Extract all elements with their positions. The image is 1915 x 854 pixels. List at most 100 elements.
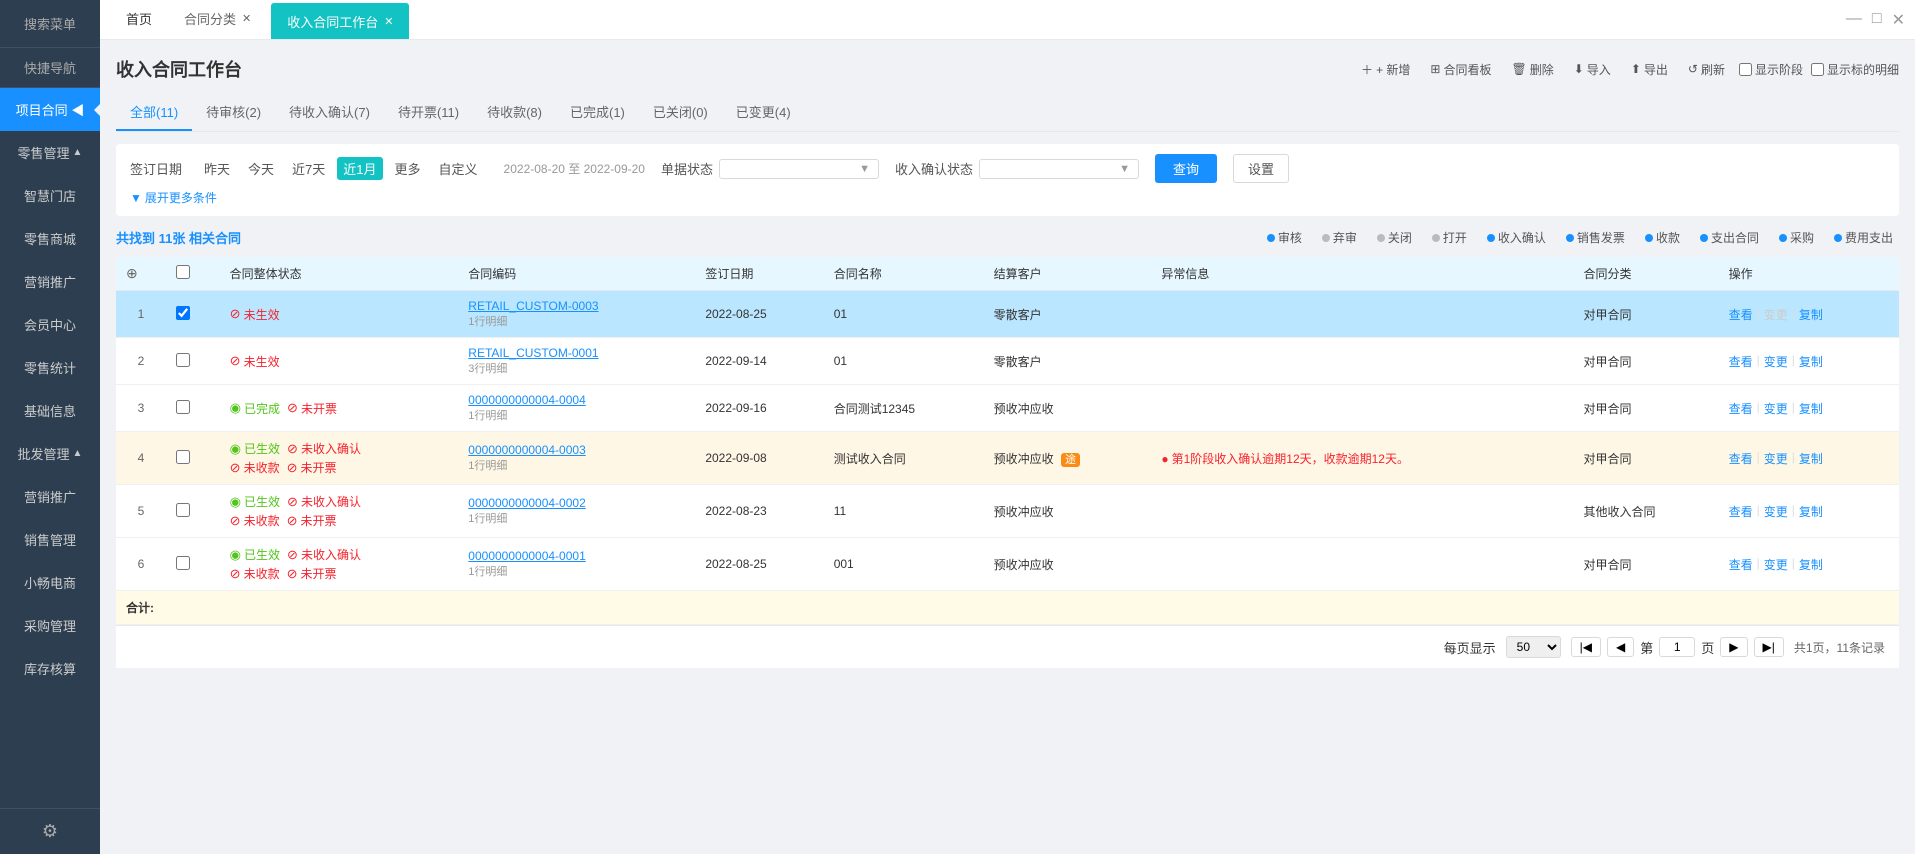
sidebar-search[interactable]: 搜索菜单 <box>0 0 100 48</box>
purchase-btn[interactable]: 采购 <box>1773 226 1820 249</box>
settings-button[interactable]: 设置 <box>1233 154 1289 183</box>
date-opt-today[interactable]: 今天 <box>242 157 280 180</box>
row-3-change-btn[interactable]: 变更 <box>1764 400 1788 417</box>
sidebar-item-smart-store[interactable]: 智慧门店 <box>0 174 100 217</box>
sidebar-item-marketing2[interactable]: 营销推广 <box>0 475 100 518</box>
tab-home[interactable]: 首页 <box>110 0 168 40</box>
row-1-checkbox[interactable] <box>176 306 190 320</box>
row-5-change-btn[interactable]: 变更 <box>1764 503 1788 520</box>
sidebar-item-retail-mgmt[interactable]: 零售管理▲ <box>0 131 100 174</box>
show-detail-checkbox[interactable]: 显示标的明细 <box>1811 61 1899 78</box>
close-btn[interactable]: 关闭 <box>1371 226 1418 249</box>
row-2-copy-btn[interactable]: 复制 <box>1799 353 1823 370</box>
prev-page-btn[interactable]: ◀ <box>1607 637 1634 657</box>
import-button[interactable]: ⬇ 导入 <box>1568 58 1617 81</box>
row-6-checkbox[interactable] <box>176 556 190 570</box>
row-1-code-link[interactable]: RETAIL_CUSTOM-0003 <box>468 299 685 313</box>
row-4-checkbox[interactable] <box>176 450 190 464</box>
sidebar-item-sales-mgmt[interactable]: 销售管理 <box>0 518 100 561</box>
minimize-btn[interactable]: — <box>1846 10 1862 30</box>
row-3-code-link[interactable]: 0000000000004-0004 <box>468 393 685 407</box>
gear-icon[interactable]: ⚙ <box>42 821 58 841</box>
query-button[interactable]: 查询 <box>1155 154 1217 183</box>
row-5-code-link[interactable]: 0000000000004-0002 <box>468 496 685 510</box>
filter-tab-all[interactable]: 全部(11) <box>116 94 192 131</box>
row-4-copy-btn[interactable]: 复制 <box>1799 450 1823 467</box>
audit-btn[interactable]: 审核 <box>1261 226 1308 249</box>
row-2-view-btn[interactable]: 查看 <box>1729 353 1753 370</box>
row-6-copy-btn[interactable]: 复制 <box>1799 556 1823 573</box>
row-3-checkbox[interactable] <box>176 400 190 414</box>
contract-board-button[interactable]: ⊞ 合同看板 <box>1424 58 1497 81</box>
select-all-checkbox[interactable] <box>176 265 190 279</box>
next-page-btn[interactable]: ▶ <box>1720 637 1747 657</box>
sidebar-item-retail-stats[interactable]: 零售统计 <box>0 346 100 389</box>
filter-tab-pending-invoice[interactable]: 待开票(11) <box>384 94 473 131</box>
sidebar-item-marketing[interactable]: 营销推广 <box>0 260 100 303</box>
close-contract-category-tab[interactable]: ✕ <box>242 12 251 25</box>
income-confirm-btn[interactable]: 收入确认 <box>1481 226 1552 249</box>
income-confirm-status-select[interactable]: ▼ <box>979 159 1139 179</box>
refresh-button[interactable]: ↺ 刷新 <box>1682 58 1731 81</box>
filter-tab-closed[interactable]: 已关闭(0) <box>639 94 722 131</box>
sales-invoice-btn[interactable]: 销售发票 <box>1560 226 1631 249</box>
tab-income-workbench[interactable]: 收入合同工作台 ✕ <box>271 3 409 39</box>
page-input[interactable] <box>1659 637 1695 657</box>
row-2-change-btn[interactable]: 变更 <box>1764 353 1788 370</box>
expense-payout-btn[interactable]: 费用支出 <box>1828 226 1899 249</box>
row-2-code-link[interactable]: RETAIL_CUSTOM-0001 <box>468 346 685 360</box>
abandon-btn[interactable]: 弃审 <box>1316 226 1363 249</box>
sidebar-item-project-contract[interactable]: 项目合同 ◀ <box>0 88 100 131</box>
row-5-copy-btn[interactable]: 复制 <box>1799 503 1823 520</box>
filter-tab-changed[interactable]: 已变更(4) <box>722 94 805 131</box>
filter-tab-pending-payment[interactable]: 待收款(8) <box>473 94 556 131</box>
date-opt-more[interactable]: 更多 <box>389 157 427 180</box>
sidebar-item-inventory[interactable]: 库存核算 <box>0 647 100 690</box>
export-button[interactable]: ⬆ 导出 <box>1625 58 1674 81</box>
row-4-view-btn[interactable]: 查看 <box>1729 450 1753 467</box>
add-button[interactable]: ＋ + 新增 <box>1355 58 1416 81</box>
last-page-btn[interactable]: ▶| <box>1754 637 1784 657</box>
row-4-change-btn[interactable]: 变更 <box>1764 450 1788 467</box>
open-btn[interactable]: 打开 <box>1426 226 1473 249</box>
sidebar-item-basic-info[interactable]: 基础信息 <box>0 389 100 432</box>
col-settings-icon[interactable]: ⊕ <box>126 265 138 281</box>
row-5-view-btn[interactable]: 查看 <box>1729 503 1753 520</box>
row-2-checkbox[interactable] <box>176 353 190 367</box>
row-6-change-btn[interactable]: 变更 <box>1764 556 1788 573</box>
window-close-btn[interactable]: ✕ <box>1892 10 1905 30</box>
date-opt-last1month[interactable]: 近1月 <box>337 157 382 180</box>
delete-button[interactable]: 🗑 删除 <box>1505 58 1559 81</box>
row-3-copy-btn[interactable]: 复制 <box>1799 400 1823 417</box>
date-opt-yesterday[interactable]: 昨天 <box>198 157 236 180</box>
sidebar-settings[interactable]: ⚙ <box>0 808 100 854</box>
filter-tab-pending-review[interactable]: 待审核(2) <box>192 94 275 131</box>
maximize-btn[interactable]: □ <box>1872 10 1882 30</box>
show-segment-checkbox[interactable]: 显示阶段 <box>1739 61 1803 78</box>
tab-contract-category[interactable]: 合同分类 ✕ <box>168 0 267 40</box>
page-size-select[interactable]: 50 100 <box>1506 636 1561 658</box>
filter-tab-pending-income-confirm[interactable]: 待收入确认(7) <box>275 94 384 131</box>
sidebar-item-retail-mall[interactable]: 零售商城 <box>0 217 100 260</box>
doc-status-select[interactable]: ▼ <box>719 159 879 179</box>
filter-tab-completed[interactable]: 已完成(1) <box>556 94 639 131</box>
payment-btn[interactable]: 收款 <box>1639 226 1686 249</box>
row-6-code-link[interactable]: 0000000000004-0001 <box>468 549 685 563</box>
sidebar-item-member-center[interactable]: 会员中心 <box>0 303 100 346</box>
date-opt-custom[interactable]: 自定义 <box>433 157 484 180</box>
sidebar-item-wholesale-mgmt[interactable]: 批发管理▲ <box>0 432 100 475</box>
sidebar-item-purchase-mgmt[interactable]: 采购管理 <box>0 604 100 647</box>
row-1-copy-btn[interactable]: 复制 <box>1799 306 1823 323</box>
row-4-code-link[interactable]: 0000000000004-0003 <box>468 443 685 457</box>
sidebar-item-ecommerce[interactable]: 小畅电商 <box>0 561 100 604</box>
date-opt-last7[interactable]: 近7天 <box>286 157 331 180</box>
first-page-btn[interactable]: |◀ <box>1571 637 1601 657</box>
row-6-view-btn[interactable]: 查看 <box>1729 556 1753 573</box>
row-1-view-btn[interactable]: 查看 <box>1729 306 1753 323</box>
expand-more-conditions-btn[interactable]: ▼ 展开更多条件 <box>130 189 1885 206</box>
sidebar-nav[interactable]: 快捷导航 <box>0 48 100 88</box>
row-3-view-btn[interactable]: 查看 <box>1729 400 1753 417</box>
row-5-checkbox[interactable] <box>176 503 190 517</box>
close-income-workbench-tab[interactable]: ✕ <box>384 15 393 28</box>
payout-btn[interactable]: 支出合同 <box>1694 226 1765 249</box>
